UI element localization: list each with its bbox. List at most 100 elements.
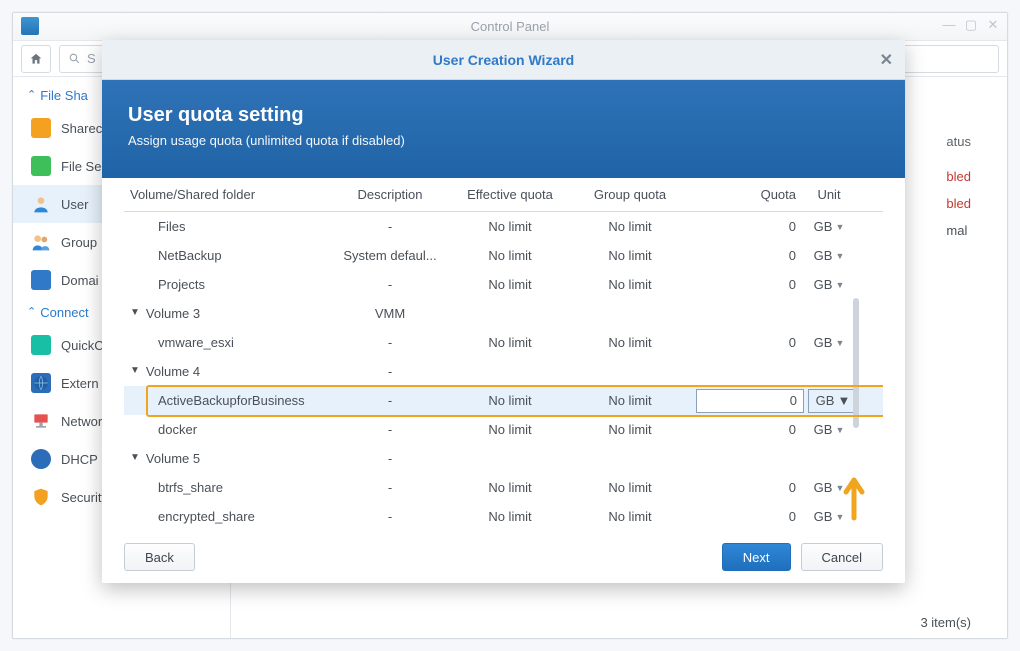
cell-group-quota: No limit: [570, 335, 690, 350]
col-group-quota[interactable]: Group quota: [570, 187, 690, 202]
sidebar-item-label: User: [61, 197, 88, 212]
domain-icon: [31, 270, 51, 290]
shield-icon: [31, 487, 51, 507]
chevron-down-icon: ▼: [835, 280, 844, 290]
cell-quota[interactable]: 0: [690, 480, 802, 495]
cell-group-quota: No limit: [570, 393, 690, 408]
unit-select[interactable]: GB▼: [808, 480, 850, 495]
sidebar-item-label: File Se: [61, 159, 101, 174]
cell-quota[interactable]: 0: [690, 509, 802, 524]
modal-heading: User quota setting: [128, 104, 879, 127]
cell-unit: GB▼: [802, 509, 856, 524]
file-icon: [31, 156, 51, 176]
unit-select[interactable]: GB▼: [808, 277, 850, 292]
unit-select[interactable]: GB▼: [808, 248, 850, 263]
table-row[interactable]: Projects-No limitNo limit0GB▼: [124, 270, 883, 299]
cell-description: -: [330, 219, 450, 234]
maximize-button[interactable]: ▢: [963, 17, 979, 33]
unit-select[interactable]: GB▼: [808, 389, 858, 413]
cell-effective-quota: No limit: [450, 509, 570, 524]
cell-quota[interactable]: 0: [690, 277, 802, 292]
back-button[interactable]: Back: [124, 543, 195, 571]
user-icon: [31, 194, 51, 214]
cell-group-quota: No limit: [570, 248, 690, 263]
folder-name: NetBackup: [124, 248, 330, 263]
cell-group-quota: No limit: [570, 480, 690, 495]
sidebar-item-label: Networ: [61, 414, 102, 429]
volume-row[interactable]: ▼ Volume 3VMM: [124, 299, 883, 328]
status-value: bled: [946, 163, 971, 190]
cell-group-quota: No limit: [570, 219, 690, 234]
table-row[interactable]: encrypted_share-No limitNo limit0GB▼: [124, 502, 883, 531]
unit-select[interactable]: GB▼: [808, 335, 850, 350]
chevron-down-icon: ▼: [835, 251, 844, 261]
cell-quota[interactable]: 0: [690, 248, 802, 263]
cell-unit: GB▼: [802, 335, 856, 350]
status-value: bled: [946, 190, 971, 217]
close-icon[interactable]: ✕: [880, 50, 893, 70]
unit-select[interactable]: GB▼: [808, 422, 850, 437]
caret-down-icon: ▼: [130, 307, 140, 318]
window-controls: — ▢ ✕: [941, 17, 1001, 33]
window-title: Control Panel: [471, 19, 550, 34]
cell-quota[interactable]: 0: [690, 219, 802, 234]
cell-unit: GB▼: [802, 277, 856, 292]
cell-effective-quota: No limit: [450, 248, 570, 263]
chevron-down-icon: ▼: [835, 483, 844, 493]
scrollbar-thumb[interactable]: [853, 298, 859, 428]
volume-row[interactable]: ▼ Volume 4-: [124, 357, 883, 386]
group-icon: [31, 232, 51, 252]
table-row[interactable]: ActiveBackupforBusiness-No limitNo limit…: [124, 386, 883, 415]
next-button[interactable]: Next: [722, 543, 791, 571]
col-effective-quota[interactable]: Effective quota: [450, 187, 570, 202]
scrollbar[interactable]: [853, 212, 859, 531]
minimize-button[interactable]: —: [941, 17, 957, 33]
table-row[interactable]: Files-No limitNo limit0GB▼: [124, 212, 883, 241]
item-count: 3 item(s): [920, 615, 971, 630]
folder-name: btrfs_share: [124, 480, 330, 495]
folder-name: Files: [124, 219, 330, 234]
app-icon: [21, 17, 39, 35]
cancel-button[interactable]: Cancel: [801, 543, 883, 571]
cell-description: -: [330, 393, 450, 408]
home-button[interactable]: [21, 45, 51, 73]
cell-group-quota: No limit: [570, 422, 690, 437]
user-creation-wizard: User Creation Wizard ✕ User quota settin…: [102, 40, 905, 583]
cell-unit: GB▼: [802, 389, 856, 413]
sidebar-item-label: Sharec: [61, 121, 102, 136]
col-description[interactable]: Description: [330, 187, 450, 202]
cell-effective-quota: No limit: [450, 480, 570, 495]
unit-select[interactable]: GB▼: [808, 509, 850, 524]
chevron-down-icon: ▼: [835, 512, 844, 522]
caret-down-icon: ▼: [130, 365, 140, 376]
unit-select[interactable]: GB▼: [808, 219, 850, 234]
sidebar-item-label: Security: [61, 490, 108, 505]
network-icon: [31, 411, 51, 431]
table-row[interactable]: btrfs_share-No limitNo limit0GB▼: [124, 473, 883, 502]
cell-quota[interactable]: 0: [690, 422, 802, 437]
chevron-down-icon: ▼: [835, 425, 844, 435]
cell-quota[interactable]: 0: [690, 335, 802, 350]
quota-input[interactable]: [696, 389, 804, 413]
cell-quota: [690, 389, 802, 413]
col-unit[interactable]: Unit: [802, 187, 856, 202]
col-quota[interactable]: Quota: [690, 187, 802, 202]
cell-unit: GB▼: [802, 422, 856, 437]
volume-name: Volume 3: [146, 306, 200, 321]
table-row[interactable]: docker-No limitNo limit0GB▼: [124, 415, 883, 444]
cell-unit: GB▼: [802, 480, 856, 495]
table-row[interactable]: NetBackupSystem defaul...No limitNo limi…: [124, 241, 883, 270]
cell-description: -: [330, 480, 450, 495]
folder-icon: [31, 118, 51, 138]
volume-row[interactable]: ▼ Volume 5-: [124, 444, 883, 473]
title-bar: Control Panel — ▢ ✕: [13, 13, 1007, 41]
close-window-button[interactable]: ✕: [985, 17, 1001, 33]
col-volume[interactable]: Volume/Shared folder: [124, 187, 330, 202]
folder-name: docker: [124, 422, 330, 437]
cell-effective-quota: No limit: [450, 219, 570, 234]
sidebar-item-label: Extern: [61, 376, 99, 391]
table-body: Files-No limitNo limit0GB▼NetBackupSyste…: [124, 212, 883, 531]
volume-name: Volume 4: [146, 364, 200, 379]
table-row[interactable]: vmware_esxi-No limitNo limit0GB▼: [124, 328, 883, 357]
cell-description: -: [330, 451, 450, 466]
